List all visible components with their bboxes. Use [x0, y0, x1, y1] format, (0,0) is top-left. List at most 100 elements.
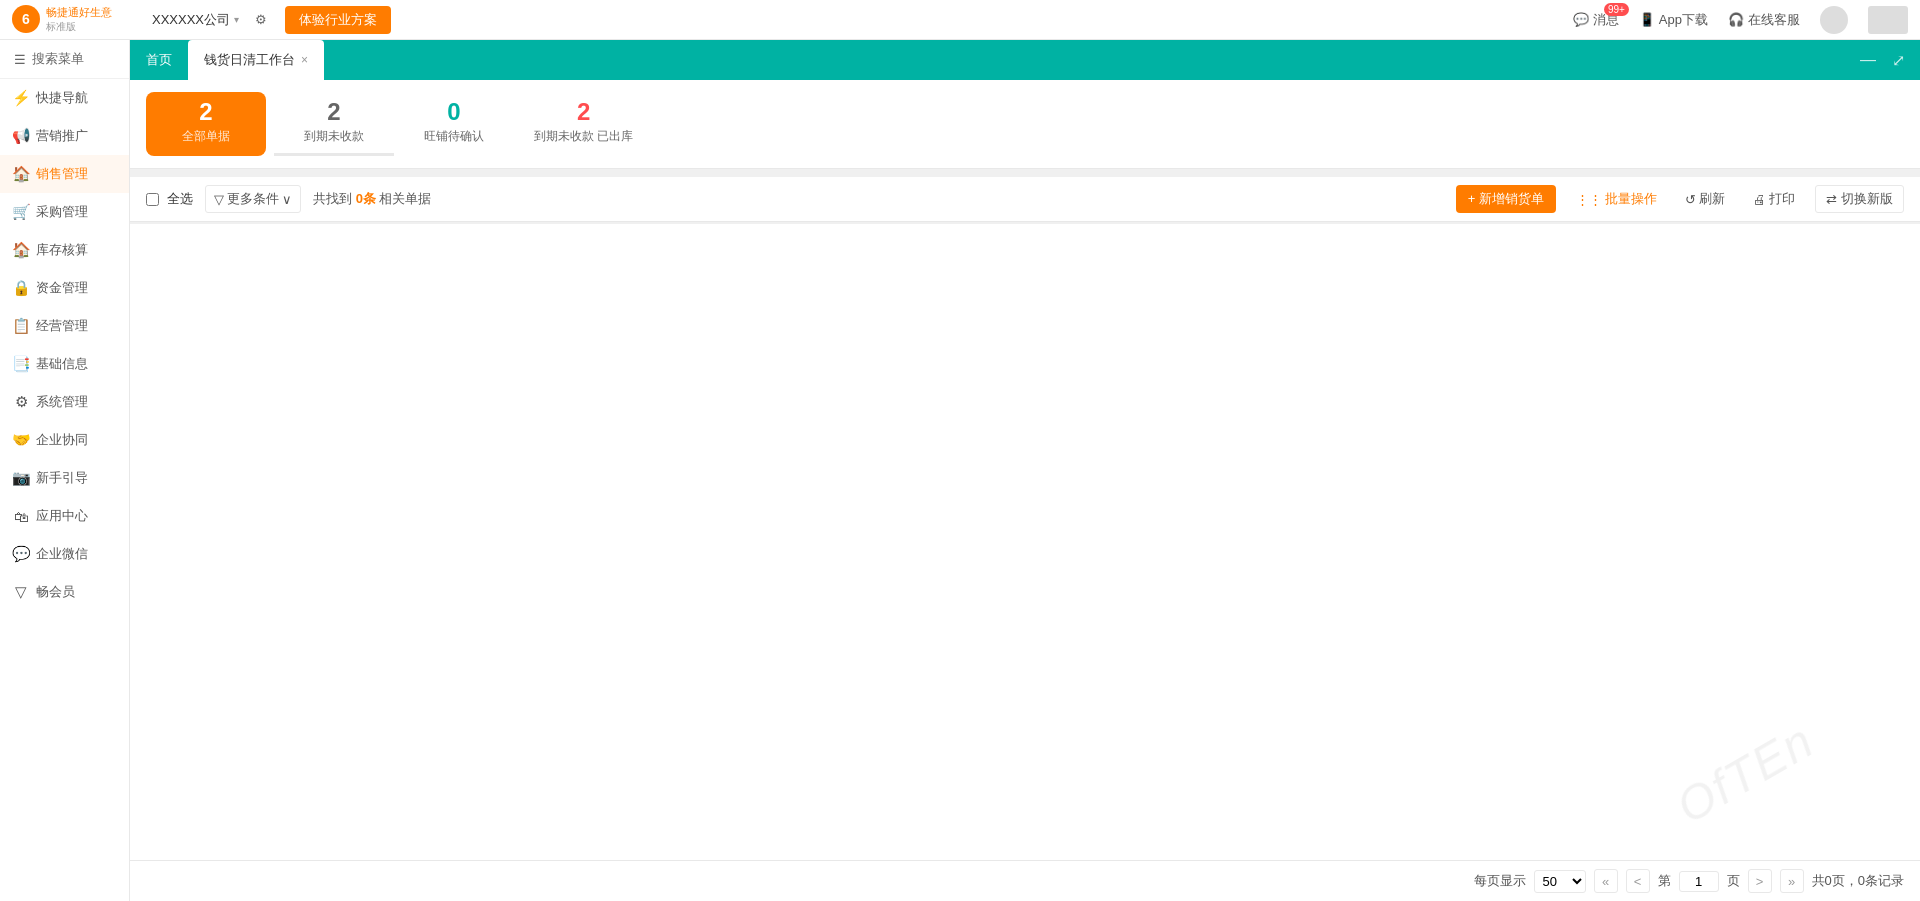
apps-icon: 🛍: [12, 507, 30, 525]
tab-bar: 首页 钱货日清工作台 × — ⤢: [130, 40, 1920, 80]
page-info: 共0页，0条记录: [1812, 872, 1904, 890]
refresh-label: 刷新: [1699, 190, 1725, 208]
tab-workspace[interactable]: 钱货日清工作台 ×: [188, 40, 324, 80]
switch-version-button[interactable]: ⇄ 切换新版: [1815, 185, 1904, 213]
summary-card-all[interactable]: 2 全部单据: [146, 92, 266, 156]
message-badge: 99+: [1604, 3, 1629, 16]
tab-workspace-label: 钱货日清工作台: [204, 51, 295, 69]
online-service-label: 在线客服: [1748, 11, 1800, 29]
found-text: 共找到 0条 相关单据: [313, 190, 431, 208]
basic-icon: 📑: [12, 355, 30, 373]
sidebar-label-finance: 资金管理: [36, 279, 88, 297]
main-content: 首页 钱货日清工作台 × — ⤢ 2 全部单据 2 到期未收款 0 旺铺待确认: [130, 40, 1920, 901]
sidebar-item-enterprise[interactable]: 🤝 企业协同: [0, 421, 129, 459]
sidebar-item-finance[interactable]: 🔒 资金管理: [0, 269, 129, 307]
tab-minimize-button[interactable]: —: [1856, 48, 1880, 72]
tab-home[interactable]: 首页: [130, 40, 188, 80]
sidebar-item-purchase[interactable]: 🛒 采购管理: [0, 193, 129, 231]
filter-bar: 全选 ▽ 更多条件 ∨ 共找到 0条 相关单据 + 新增销货单 ⋮⋮ 批量操作 …: [130, 177, 1920, 222]
page-number-input[interactable]: [1679, 871, 1719, 892]
sidebar-item-member[interactable]: ▽ 畅会员: [0, 573, 129, 611]
top-header: 6 畅捷通好生意 标准版 XXXXXX公司 ▾ ⚙ 体验行业方案 💬 消息 99…: [0, 0, 1920, 40]
search-menu-label: 搜索菜单: [32, 50, 84, 68]
batch-ops-button[interactable]: ⋮⋮ 批量操作: [1568, 186, 1665, 212]
app-download-label: App下载: [1659, 11, 1708, 29]
select-all-label: 全选: [167, 190, 193, 208]
card-pending-num: 0: [414, 100, 494, 124]
enterprise-icon: 🤝: [12, 431, 30, 449]
tab-close-icon[interactable]: ×: [301, 53, 308, 67]
next-page-button[interactable]: >: [1748, 869, 1772, 893]
sidebar-item-sales[interactable]: 🏠 销售管理: [0, 155, 129, 193]
wecom-icon: 💬: [12, 545, 30, 563]
summary-cards: 2 全部单据 2 到期未收款 0 旺铺待确认 2 到期未收款 已出库: [130, 80, 1920, 169]
tab-maximize-button[interactable]: ⤢: [1886, 48, 1910, 72]
online-service-button[interactable]: 🎧 在线客服: [1728, 11, 1800, 29]
sidebar-item-guide[interactable]: 📷 新手引导: [0, 459, 129, 497]
table-area: [130, 224, 1920, 860]
purchase-icon: 🛒: [12, 203, 30, 221]
last-page-button[interactable]: »: [1780, 869, 1804, 893]
card-overdue-num: 2: [294, 100, 374, 124]
card-pending-label: 旺铺待确认: [414, 128, 494, 145]
sidebar: ☰ 搜索菜单 ⚡ 快捷导航 📢 营销推广 🏠 销售管理 🛒 采购管理 🏠 库存核…: [0, 40, 130, 901]
sidebar-item-inventory[interactable]: 🏠 库存核算: [0, 231, 129, 269]
operations-icon: 📋: [12, 317, 30, 335]
card-overdue-label: 到期未收款: [294, 128, 374, 145]
sidebar-item-operations[interactable]: 📋 经营管理: [0, 307, 129, 345]
app-download-button[interactable]: 📱 App下载: [1639, 11, 1708, 29]
pagination: 每页显示 50 20 100 « < 第 页 > » 共0页，0条记录: [130, 860, 1920, 901]
message-button[interactable]: 💬 消息 99+: [1573, 11, 1619, 29]
search-menu-icon: ☰: [14, 52, 26, 67]
batch-label: 批量操作: [1605, 190, 1657, 208]
user-info[interactable]: [1868, 6, 1908, 34]
select-all-checkbox[interactable]: [146, 193, 159, 206]
trial-button[interactable]: 体验行业方案: [285, 6, 391, 34]
summary-card-overdue[interactable]: 2 到期未收款: [274, 92, 394, 156]
refresh-button[interactable]: ↺ 刷新: [1677, 186, 1733, 212]
search-menu-button[interactable]: ☰ 搜索菜单: [0, 40, 129, 79]
sales-icon: 🏠: [12, 165, 30, 183]
sidebar-label-wecom: 企业微信: [36, 545, 88, 563]
logo-icon: 6: [12, 5, 40, 33]
tab-actions: — ⤢: [1856, 48, 1920, 72]
online-service-icon: 🎧: [1728, 12, 1744, 27]
print-icon: 🖨: [1753, 192, 1766, 207]
member-icon: ▽: [12, 583, 30, 601]
company-name: XXXXXX公司: [152, 11, 230, 29]
inventory-icon: 🏠: [12, 241, 30, 259]
settings-icon[interactable]: ⚙: [247, 6, 275, 34]
page-size-select[interactable]: 50 20 100: [1534, 870, 1586, 893]
card-all-num: 2: [166, 100, 246, 124]
summary-card-overdue-out[interactable]: 2 到期未收款 已出库: [514, 92, 653, 156]
sidebar-label-guide: 新手引导: [36, 469, 88, 487]
filter-icon: ▽: [214, 192, 224, 207]
sidebar-item-shortcut[interactable]: ⚡ 快捷导航: [0, 79, 129, 117]
page-size-label: 每页显示: [1474, 872, 1526, 890]
page-content: 2 全部单据 2 到期未收款 0 旺铺待确认 2 到期未收款 已出库 全选 ▽ …: [130, 80, 1920, 901]
sidebar-label-inventory: 库存核算: [36, 241, 88, 259]
print-button[interactable]: 🖨 打印: [1745, 186, 1803, 212]
sidebar-label-apps: 应用中心: [36, 507, 88, 525]
system-icon: ⚙: [12, 393, 30, 411]
switch-label: 切换新版: [1841, 190, 1893, 208]
refresh-icon: ↺: [1685, 192, 1696, 207]
sidebar-item-apps[interactable]: 🛍 应用中心: [0, 497, 129, 535]
summary-card-pending[interactable]: 0 旺铺待确认: [394, 92, 514, 156]
company-selector[interactable]: XXXXXX公司 ▾: [152, 11, 239, 29]
more-conditions-button[interactable]: ▽ 更多条件 ∨: [205, 185, 301, 213]
card-overdue-out-num: 2: [534, 100, 633, 124]
sidebar-item-wecom[interactable]: 💬 企业微信: [0, 535, 129, 573]
sidebar-label-basic: 基础信息: [36, 355, 88, 373]
new-order-button[interactable]: + 新增销货单: [1456, 185, 1556, 213]
first-page-button[interactable]: «: [1594, 869, 1618, 893]
switch-icon: ⇄: [1826, 192, 1837, 207]
sidebar-label-system: 系统管理: [36, 393, 88, 411]
avatar[interactable]: [1820, 6, 1848, 34]
sidebar-item-system[interactable]: ⚙ 系统管理: [0, 383, 129, 421]
page-label: 第: [1658, 872, 1671, 890]
sidebar-item-basic[interactable]: 📑 基础信息: [0, 345, 129, 383]
prev-page-button[interactable]: <: [1626, 869, 1650, 893]
sidebar-item-marketing[interactable]: 📢 营销推广: [0, 117, 129, 155]
logo-area: 6 畅捷通好生意 标准版: [12, 5, 142, 33]
